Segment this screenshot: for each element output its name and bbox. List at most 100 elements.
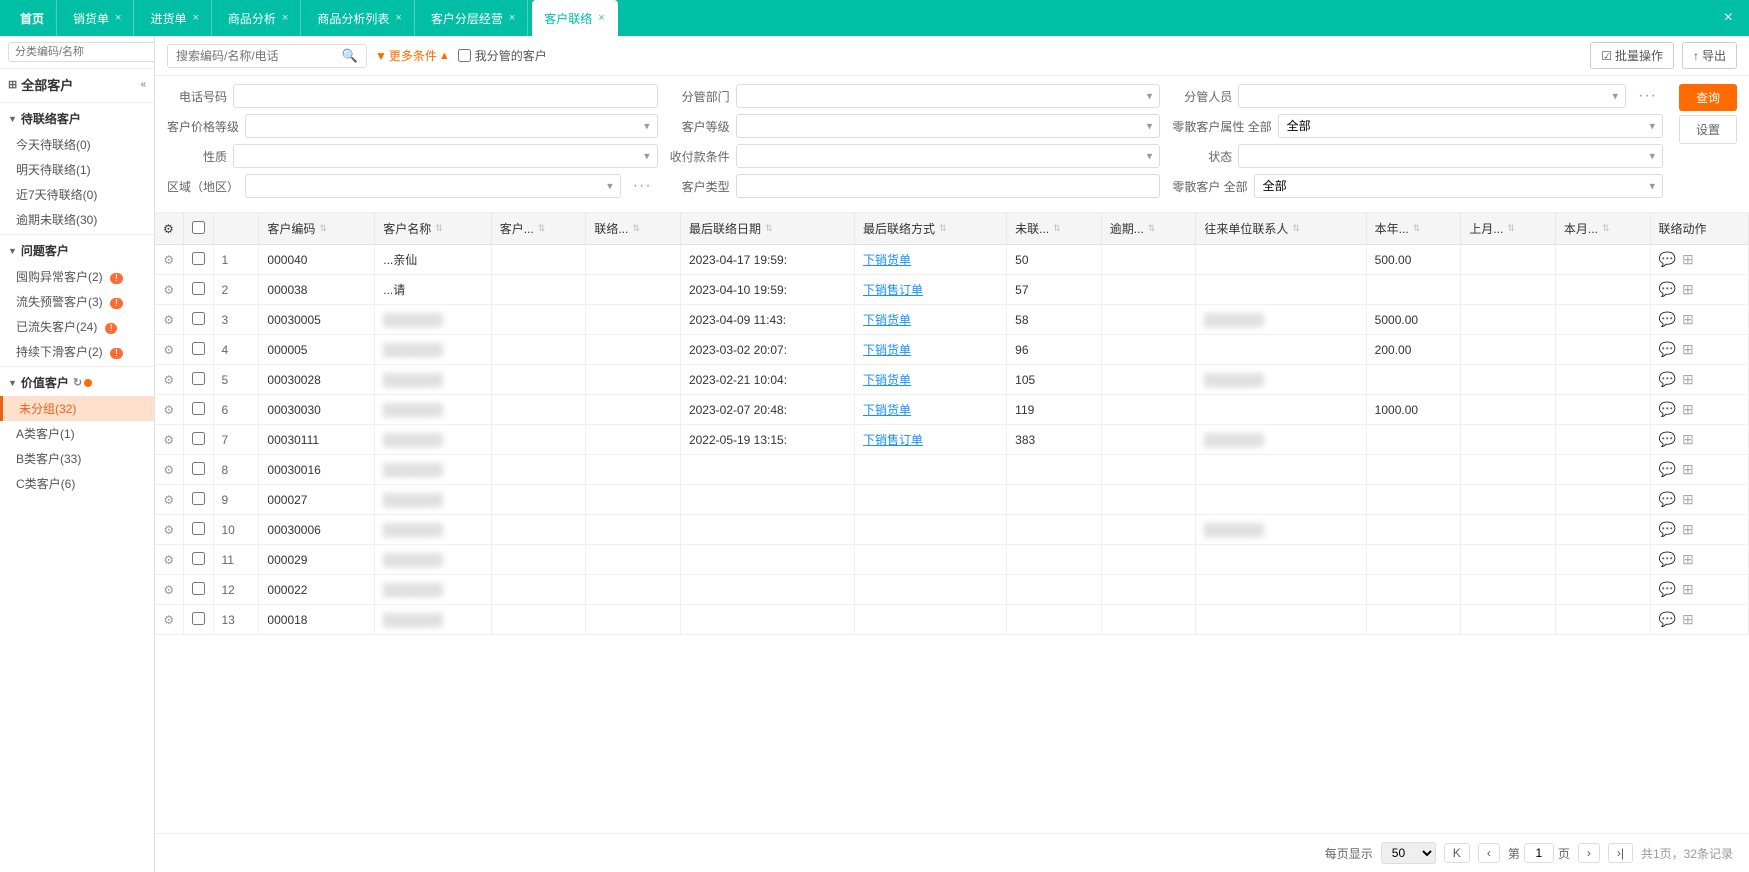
- td-settings[interactable]: ⚙: [155, 545, 183, 575]
- sidebar-item-overdue[interactable]: 逾期未联络(30): [0, 207, 154, 232]
- top-nav-close-button[interactable]: ×: [1716, 9, 1741, 27]
- row-checkbox[interactable]: [192, 402, 205, 415]
- filter-search-input[interactable]: [176, 49, 342, 63]
- td-last-way[interactable]: [855, 605, 1007, 635]
- td-settings[interactable]: ⚙: [155, 575, 183, 605]
- grid-action-icon[interactable]: ⊞: [1682, 251, 1694, 268]
- td-last-way[interactable]: 下销货单: [855, 245, 1007, 275]
- sidebar-item-abnormal[interactable]: 囤购异常客户(2) !: [0, 264, 154, 289]
- last-way-link[interactable]: 下销货单: [863, 373, 911, 387]
- td-check[interactable]: [183, 605, 213, 635]
- grid-action-icon[interactable]: ⊞: [1682, 461, 1694, 478]
- reset-button[interactable]: 设置: [1679, 115, 1737, 144]
- chat-action-icon[interactable]: 💬: [1659, 521, 1676, 538]
- td-last-way[interactable]: 下销货单: [855, 305, 1007, 335]
- sidebar-group-value[interactable]: ▼ 价值客户 ↻: [0, 369, 154, 396]
- nav-tab-customer-segment-close[interactable]: ×: [509, 12, 515, 24]
- filter-scatter-attr-select[interactable]: 全部: [1278, 114, 1663, 138]
- td-check[interactable]: [183, 335, 213, 365]
- grid-action-icon[interactable]: ⊞: [1682, 611, 1694, 628]
- td-settings[interactable]: ⚙: [155, 485, 183, 515]
- grid-action-icon[interactable]: ⊞: [1682, 581, 1694, 598]
- nav-tab-purchase[interactable]: 进货单 ×: [138, 0, 211, 36]
- filter-payment-select[interactable]: [736, 144, 1161, 168]
- row-checkbox[interactable]: [192, 252, 205, 265]
- sidebar-search-input[interactable]: [8, 42, 155, 62]
- nav-tab-sales-close[interactable]: ×: [115, 12, 121, 24]
- nav-tab-customer-segment[interactable]: 客户分层经营 ×: [419, 0, 528, 36]
- sidebar-item-churn-warning[interactable]: 流失预警客户(3) !: [0, 289, 154, 314]
- batch-operation-button[interactable]: ☑ 批量操作: [1590, 42, 1674, 69]
- th-overdue[interactable]: 逾期... ⇅: [1101, 213, 1196, 245]
- td-settings[interactable]: ⚙: [155, 365, 183, 395]
- row-checkbox[interactable]: [192, 552, 205, 565]
- grid-action-icon[interactable]: ⊞: [1682, 311, 1694, 328]
- filter-dept-select[interactable]: [736, 84, 1161, 108]
- chat-action-icon[interactable]: 💬: [1659, 311, 1676, 328]
- page-first-button[interactable]: K: [1444, 843, 1470, 863]
- td-last-way[interactable]: 下销货单: [855, 365, 1007, 395]
- last-way-link[interactable]: 下销售订单: [863, 283, 923, 297]
- last-way-link[interactable]: 下销货单: [863, 253, 911, 267]
- td-check[interactable]: [183, 305, 213, 335]
- sidebar-item-tomorrow[interactable]: 明天待联络(1): [0, 157, 154, 182]
- grid-action-icon[interactable]: ⊞: [1682, 401, 1694, 418]
- td-last-way[interactable]: [855, 485, 1007, 515]
- filter-nature-select[interactable]: [233, 144, 658, 168]
- grid-action-icon[interactable]: ⊞: [1682, 281, 1694, 298]
- row-checkbox[interactable]: [192, 462, 205, 475]
- td-last-way[interactable]: [855, 455, 1007, 485]
- chat-action-icon[interactable]: 💬: [1659, 251, 1676, 268]
- nav-tab-home[interactable]: 首页: [8, 0, 57, 36]
- td-settings[interactable]: ⚙: [155, 275, 183, 305]
- th-contact[interactable]: 联络... ⇅: [586, 213, 681, 245]
- row-checkbox[interactable]: [192, 282, 205, 295]
- last-way-link[interactable]: 下销售订单: [863, 433, 923, 447]
- grid-action-icon[interactable]: ⊞: [1682, 371, 1694, 388]
- nav-tab-purchase-close[interactable]: ×: [192, 12, 198, 24]
- sidebar-group-pending[interactable]: ▼ 待联络客户: [0, 105, 154, 132]
- sidebar-item-churned[interactable]: 已流失客户(24) !: [0, 314, 154, 339]
- filter-status-select[interactable]: [1238, 144, 1663, 168]
- td-last-way[interactable]: [855, 545, 1007, 575]
- th-name[interactable]: 客户名称 ⇅: [375, 213, 491, 245]
- page-last-button[interactable]: ›|: [1608, 843, 1633, 863]
- filter-search-icon[interactable]: 🔍: [342, 48, 358, 64]
- sidebar-item-ungroup[interactable]: 未分组(32): [0, 396, 154, 421]
- chat-action-icon[interactable]: 💬: [1659, 431, 1676, 448]
- td-last-way[interactable]: 下销货单: [855, 395, 1007, 425]
- td-last-way[interactable]: [855, 515, 1007, 545]
- td-settings[interactable]: ⚙: [155, 425, 183, 455]
- last-way-link[interactable]: 下销货单: [863, 343, 911, 357]
- td-check[interactable]: [183, 275, 213, 305]
- row-checkbox[interactable]: [192, 522, 205, 535]
- th-check[interactable]: [183, 213, 213, 245]
- row-checkbox[interactable]: [192, 612, 205, 625]
- chat-action-icon[interactable]: 💬: [1659, 461, 1676, 478]
- td-settings[interactable]: ⚙: [155, 395, 183, 425]
- th-this-year[interactable]: 本年... ⇅: [1366, 213, 1461, 245]
- th-last-month[interactable]: 上月... ⇅: [1461, 213, 1556, 245]
- select-all-checkbox[interactable]: [192, 221, 205, 234]
- grid-action-icon[interactable]: ⊞: [1682, 491, 1694, 508]
- row-checkbox[interactable]: [192, 342, 205, 355]
- td-check[interactable]: [183, 485, 213, 515]
- th-settings[interactable]: ⚙: [155, 213, 183, 245]
- filter-manager-dots[interactable]: ···: [1632, 87, 1663, 105]
- th-no-contact[interactable]: 未联... ⇅: [1007, 213, 1102, 245]
- td-last-way[interactable]: 下销货单: [855, 335, 1007, 365]
- nav-tab-goods-analysis-close[interactable]: ×: [282, 12, 288, 24]
- td-settings[interactable]: ⚙: [155, 455, 183, 485]
- chat-action-icon[interactable]: 💬: [1659, 371, 1676, 388]
- nav-tab-customer-contact[interactable]: 客户联络 ×: [532, 0, 617, 36]
- nav-tab-sales[interactable]: 销货单 ×: [61, 0, 134, 36]
- page-next-button[interactable]: ›: [1578, 843, 1600, 863]
- th-unit-contact[interactable]: 往来单位联系人 ⇅: [1196, 213, 1366, 245]
- nav-tab-goods-analysis-list[interactable]: 商品分析列表 ×: [305, 0, 414, 36]
- th-last-date[interactable]: 最后联络日期 ⇅: [680, 213, 854, 245]
- sidebar-all-customers[interactable]: ⊞ 全部客户 «: [0, 69, 154, 100]
- filter-customer-type-input[interactable]: [736, 174, 1161, 198]
- td-check[interactable]: [183, 395, 213, 425]
- grid-action-icon[interactable]: ⊞: [1682, 551, 1694, 568]
- grid-action-icon[interactable]: ⊞: [1682, 521, 1694, 538]
